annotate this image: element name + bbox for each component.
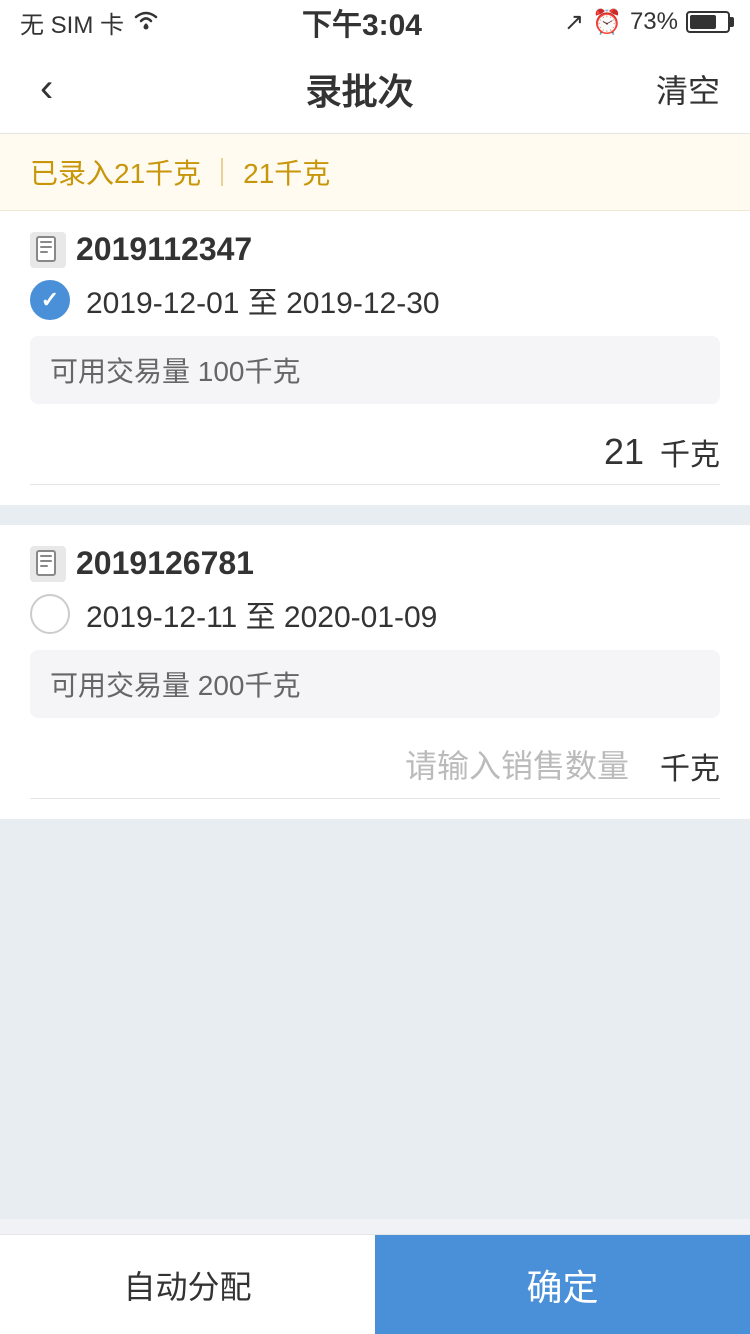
radio-btn-1[interactable] — [30, 280, 70, 320]
avail-box-2: 可用交易量 200千克 — [30, 650, 720, 718]
quantity-unit-2: 千克 — [660, 744, 720, 788]
recorded-value: 21千克 — [243, 152, 330, 192]
batch-item-2: 2019126781 2019-12-11 至 2020-01-09 可用交易量… — [0, 525, 750, 819]
recorded-label: 已录入21千克 — [30, 152, 201, 192]
confirm-button[interactable]: 确定 — [375, 1235, 750, 1334]
status-time: 下午3:04 — [302, 0, 422, 44]
empty-area — [0, 819, 750, 1219]
clear-button[interactable]: 清空 — [656, 66, 720, 112]
quantity-input-2[interactable] — [244, 748, 644, 785]
nav-bar: ‹ 录批次 清空 — [0, 44, 750, 134]
auto-distribute-button[interactable]: 自动分配 — [0, 1235, 375, 1334]
quantity-unit-1: 千克 — [660, 430, 720, 474]
batch-separator — [0, 505, 750, 525]
quantity-input-row-2[interactable]: 千克 — [30, 734, 720, 799]
batch-list: 2019112347 2019-12-01 至 2019-12-30 可用交易量… — [0, 211, 750, 1219]
battery-percent: 73% — [630, 8, 678, 36]
battery-fill — [690, 15, 716, 29]
battery-icon — [686, 11, 730, 33]
batch-item-1: 2019112347 2019-12-01 至 2019-12-30 可用交易量… — [0, 211, 750, 505]
batch-header-1: 2019112347 — [30, 231, 720, 268]
wifi-icon — [132, 8, 160, 37]
location-icon: ↗ — [564, 8, 584, 37]
batch-doc-icon-2 — [30, 546, 66, 582]
radio-btn-2[interactable] — [30, 594, 70, 634]
batch-doc-icon-1 — [30, 232, 66, 268]
batch-id-2: 2019126781 — [76, 545, 254, 582]
batch-header-2: 2019126781 — [30, 545, 720, 582]
status-left: 无 SIM 卡 — [20, 5, 160, 40]
alarm-icon: ⏰ — [592, 8, 622, 37]
batch-id-1: 2019112347 — [76, 231, 252, 268]
quantity-row-1: 21 千克 — [30, 420, 720, 485]
page-title: 录批次 — [306, 63, 414, 115]
back-button[interactable]: ‹ — [30, 56, 63, 121]
status-right: ↗ ⏰ 73% — [564, 8, 730, 37]
no-sim-text: 无 SIM 卡 — [20, 5, 124, 40]
avail-box-1: 可用交易量 100千克 — [30, 336, 720, 404]
batch-date-row-2[interactable]: 2019-12-11 至 2020-01-09 — [30, 592, 720, 636]
batch-date-row-1[interactable]: 2019-12-01 至 2019-12-30 — [30, 278, 720, 322]
info-banner: 已录入21千克 21千克 — [0, 134, 750, 211]
batch-date-2: 2019-12-11 至 2020-01-09 — [86, 592, 437, 636]
banner-divider — [221, 158, 223, 186]
batch-date-1: 2019-12-01 至 2019-12-30 — [86, 278, 440, 322]
bottom-bar: 自动分配 确定 — [0, 1234, 750, 1334]
status-bar: 无 SIM 卡 下午3:04 ↗ ⏰ 73% — [0, 0, 750, 44]
quantity-value-1: 21 — [604, 431, 644, 473]
